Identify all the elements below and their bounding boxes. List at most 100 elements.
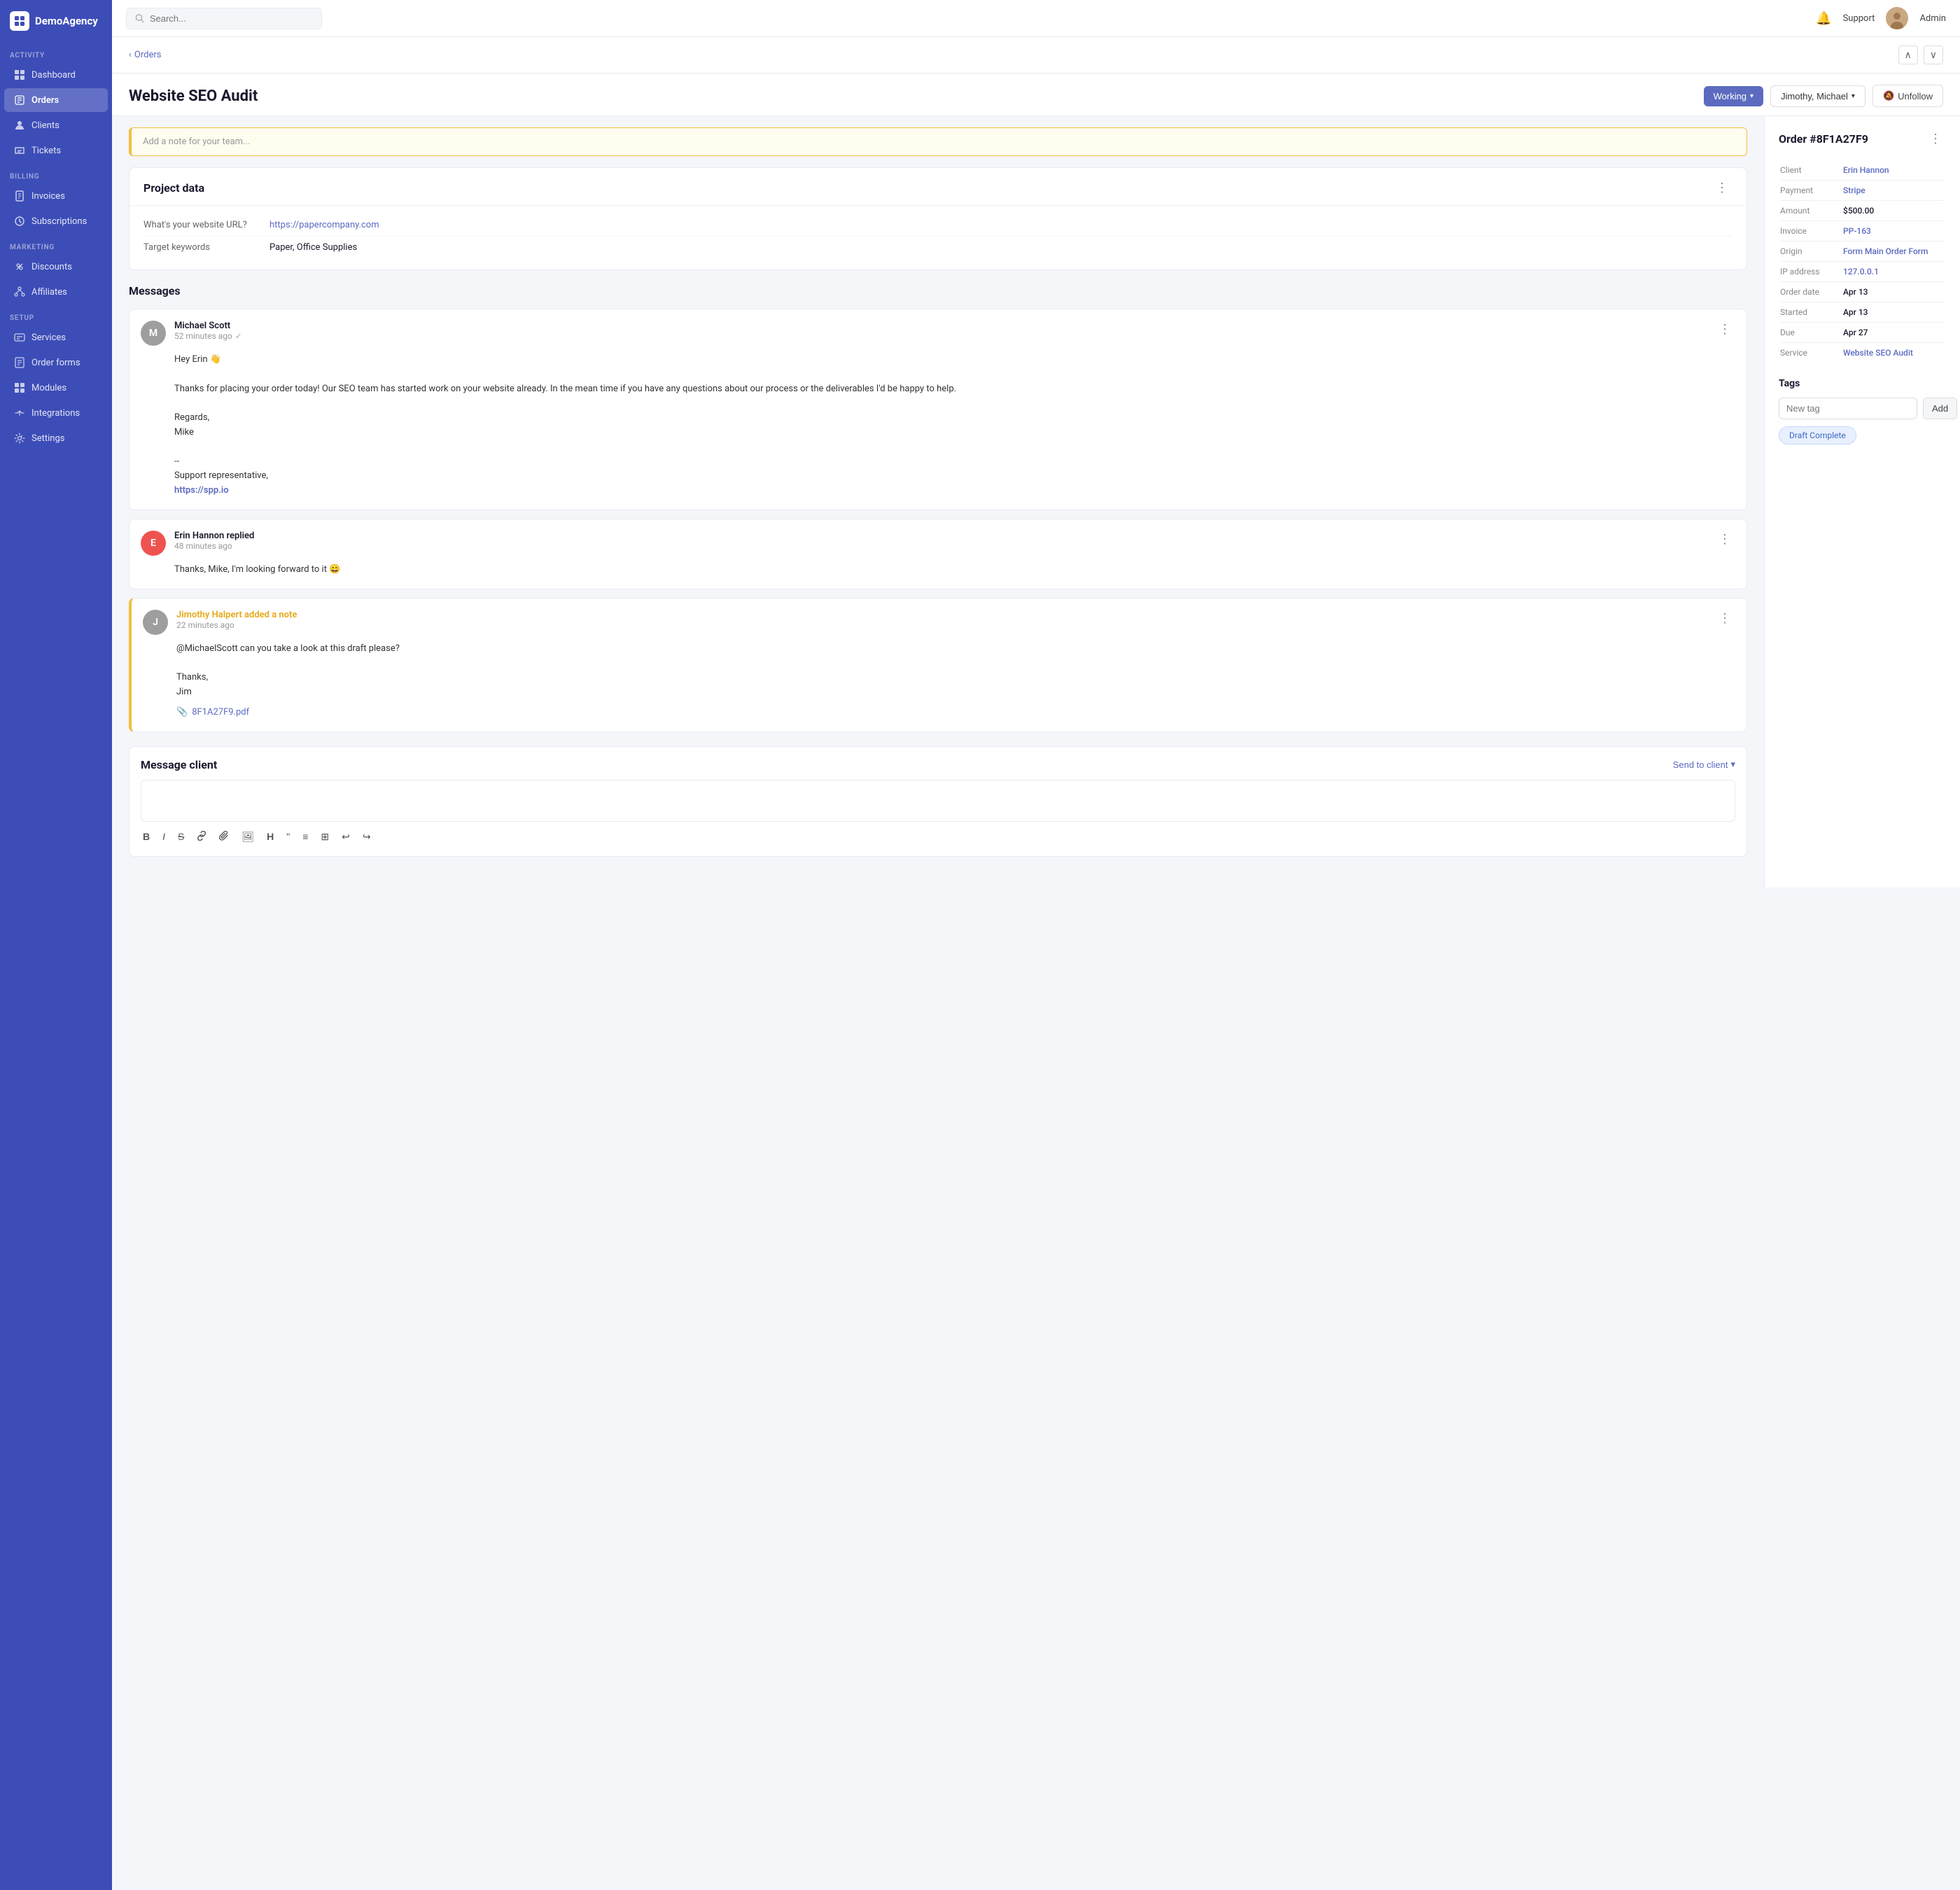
modules-icon [14, 382, 25, 393]
search-box[interactable] [126, 8, 322, 29]
tickets-label: Tickets [31, 146, 61, 156]
msg2-menu-btn[interactable]: ⋮ [1714, 531, 1735, 548]
italic-btn[interactable]: I [160, 829, 167, 844]
sidebar-item-integrations[interactable]: Integrations [4, 401, 108, 425]
order-client-value[interactable]: Erin Hannon [1843, 165, 1889, 175]
logo-icon [10, 11, 29, 31]
note-box[interactable]: Add a note for your team... [129, 127, 1747, 156]
link-icon [197, 831, 206, 841]
msg1-avatar: M [141, 321, 166, 346]
status-button[interactable]: Working ▾ [1704, 86, 1763, 106]
order-info-client: Client Erin Hannon [1780, 160, 1945, 181]
sidebar-item-order-forms[interactable]: Order forms [4, 351, 108, 374]
heading-btn[interactable]: H [265, 829, 276, 844]
strikethrough-btn[interactable]: S [176, 829, 186, 844]
order-origin-value[interactable]: Form Main Order Form [1843, 246, 1928, 256]
message-client-section: Message client Send to client ▾ B I S [129, 746, 1747, 857]
spp-link[interactable]: https://spp.io [174, 485, 229, 496]
order-invoice-value[interactable]: PP-163 [1843, 226, 1871, 236]
collapse-down-btn[interactable]: ∨ [1924, 46, 1943, 64]
assignee-button[interactable]: Jimothy, Michael ▾ [1770, 85, 1865, 107]
bold-btn[interactable]: B [141, 829, 152, 844]
attachment-link[interactable]: 📎 8F1A27F9.pdf [176, 706, 1735, 720]
image-btn[interactable]: 🖼 [239, 829, 256, 845]
sidebar-item-modules[interactable]: Modules [4, 376, 108, 400]
assignee-label: Jimothy, Michael [1781, 91, 1848, 102]
send-to-client-button[interactable]: Send to client ▾ [1673, 759, 1735, 770]
project-data-table: What's your website URL? https://paperco… [130, 206, 1746, 270]
sidebar-item-settings[interactable]: Settings [4, 426, 108, 450]
bullet-list-btn[interactable]: ≡ [300, 829, 310, 844]
integrations-icon [14, 407, 25, 419]
mc-header: Message client Send to client ▾ [141, 758, 1735, 771]
breadcrumb-arrow-left: ‹ [129, 50, 132, 60]
msg3-header: J Jimothy Halpert added a note 22 minute… [143, 610, 1735, 635]
marketing-section-label: MARKETING [0, 234, 112, 254]
sidebar-item-subscriptions[interactable]: Subscriptions [4, 209, 108, 233]
attachment-btn[interactable] [217, 829, 231, 845]
project-data-header: Project data ⋮ [130, 168, 1746, 206]
order-forms-icon [14, 357, 25, 368]
billing-section-label: BILLING [0, 163, 112, 183]
discounts-icon [14, 261, 25, 272]
breadcrumb-right: ∧ ∨ [1898, 46, 1944, 64]
app-logo: DemoAgency [0, 0, 112, 42]
sidebar-item-affiliates[interactable]: Affiliates [4, 280, 108, 304]
affiliates-label: Affiliates [31, 287, 67, 298]
collapse-up-btn[interactable]: ∧ [1898, 46, 1918, 64]
quote-btn[interactable]: " [284, 829, 292, 844]
ordered-list-btn[interactable]: ⊞ [318, 829, 331, 845]
header-actions: Working ▾ Jimothy, Michael ▾ 🔕 Unfollow [1704, 85, 1943, 107]
bell-icon[interactable]: 🔔 [1816, 11, 1831, 26]
order-info-table: Client Erin Hannon Payment Stripe Amount… [1779, 159, 1946, 364]
status-label: Working [1714, 91, 1746, 102]
add-tag-btn[interactable]: Add [1923, 398, 1957, 419]
order-order-date-value: Apr 13 [1843, 287, 1868, 297]
sidebar-item-dashboard[interactable]: Dashboard [4, 63, 108, 87]
new-tag-input[interactable] [1779, 398, 1917, 419]
project-data-card: Project data ⋮ What's your website URL? … [129, 167, 1747, 270]
url-label: What's your website URL? [144, 220, 270, 230]
redo-btn[interactable]: ↪ [360, 829, 373, 845]
tags-section: Tags Add Draft Complete [1779, 378, 1946, 444]
orders-icon [14, 94, 25, 106]
msg3-menu-btn[interactable]: ⋮ [1714, 610, 1735, 627]
inner-layout: Add a note for your team... Project data… [112, 116, 1960, 888]
sidebar-item-tickets[interactable]: Tickets [4, 139, 108, 162]
assignee-chevron-icon: ▾ [1851, 92, 1855, 100]
msg2-body: Thanks, Mike, I'm looking forward to it … [141, 563, 1735, 578]
order-ip-value[interactable]: 127.0.0.1 [1843, 267, 1879, 276]
topbar: 🔔 Support Admin [112, 0, 1960, 37]
msg1-menu-btn[interactable]: ⋮ [1714, 321, 1735, 338]
search-input[interactable] [150, 13, 313, 24]
order-payment-value[interactable]: Stripe [1843, 186, 1865, 195]
sidebar-item-services[interactable]: Services [4, 326, 108, 349]
sidebar-item-clients[interactable]: Clients [4, 113, 108, 137]
unfollow-button[interactable]: 🔕 Unfollow [1872, 85, 1943, 107]
link-btn[interactable] [195, 829, 209, 845]
order-info-invoice: Invoice PP-163 [1780, 221, 1945, 241]
editor-toolbar: B I S [141, 829, 1735, 845]
draft-complete-tag[interactable]: Draft Complete [1779, 426, 1856, 444]
sidebar: DemoAgency ACTIVITY Dashboard Orders Cli… [0, 0, 112, 1890]
editor-area[interactable] [141, 780, 1735, 822]
avatar-image [1886, 7, 1908, 29]
sidebar-item-invoices[interactable]: Invoices [4, 184, 108, 208]
msg3-body: @MichaelScott can you take a look at thi… [143, 642, 1735, 720]
order-service-value[interactable]: Website SEO Audit [1843, 348, 1913, 358]
msg2-avatar: E [141, 531, 166, 556]
modules-label: Modules [31, 383, 66, 393]
support-link[interactable]: Support [1843, 13, 1875, 24]
orders-label: Orders [31, 95, 59, 106]
order-started-value: Apr 13 [1843, 307, 1868, 317]
breadcrumb[interactable]: ‹ Orders [129, 50, 161, 60]
sidebar-item-discounts[interactable]: Discounts [4, 255, 108, 279]
url-value[interactable]: https://papercompany.com [270, 220, 379, 230]
undo-btn[interactable]: ↩ [340, 829, 352, 845]
project-data-menu-btn[interactable]: ⋮ [1712, 179, 1732, 197]
messages-title: Messages [129, 284, 1747, 298]
order-menu-btn[interactable]: ⋮ [1925, 130, 1946, 148]
sidebar-item-orders[interactable]: Orders [4, 88, 108, 112]
discounts-label: Discounts [31, 262, 72, 272]
msg1-author: Michael Scott [174, 321, 1706, 331]
